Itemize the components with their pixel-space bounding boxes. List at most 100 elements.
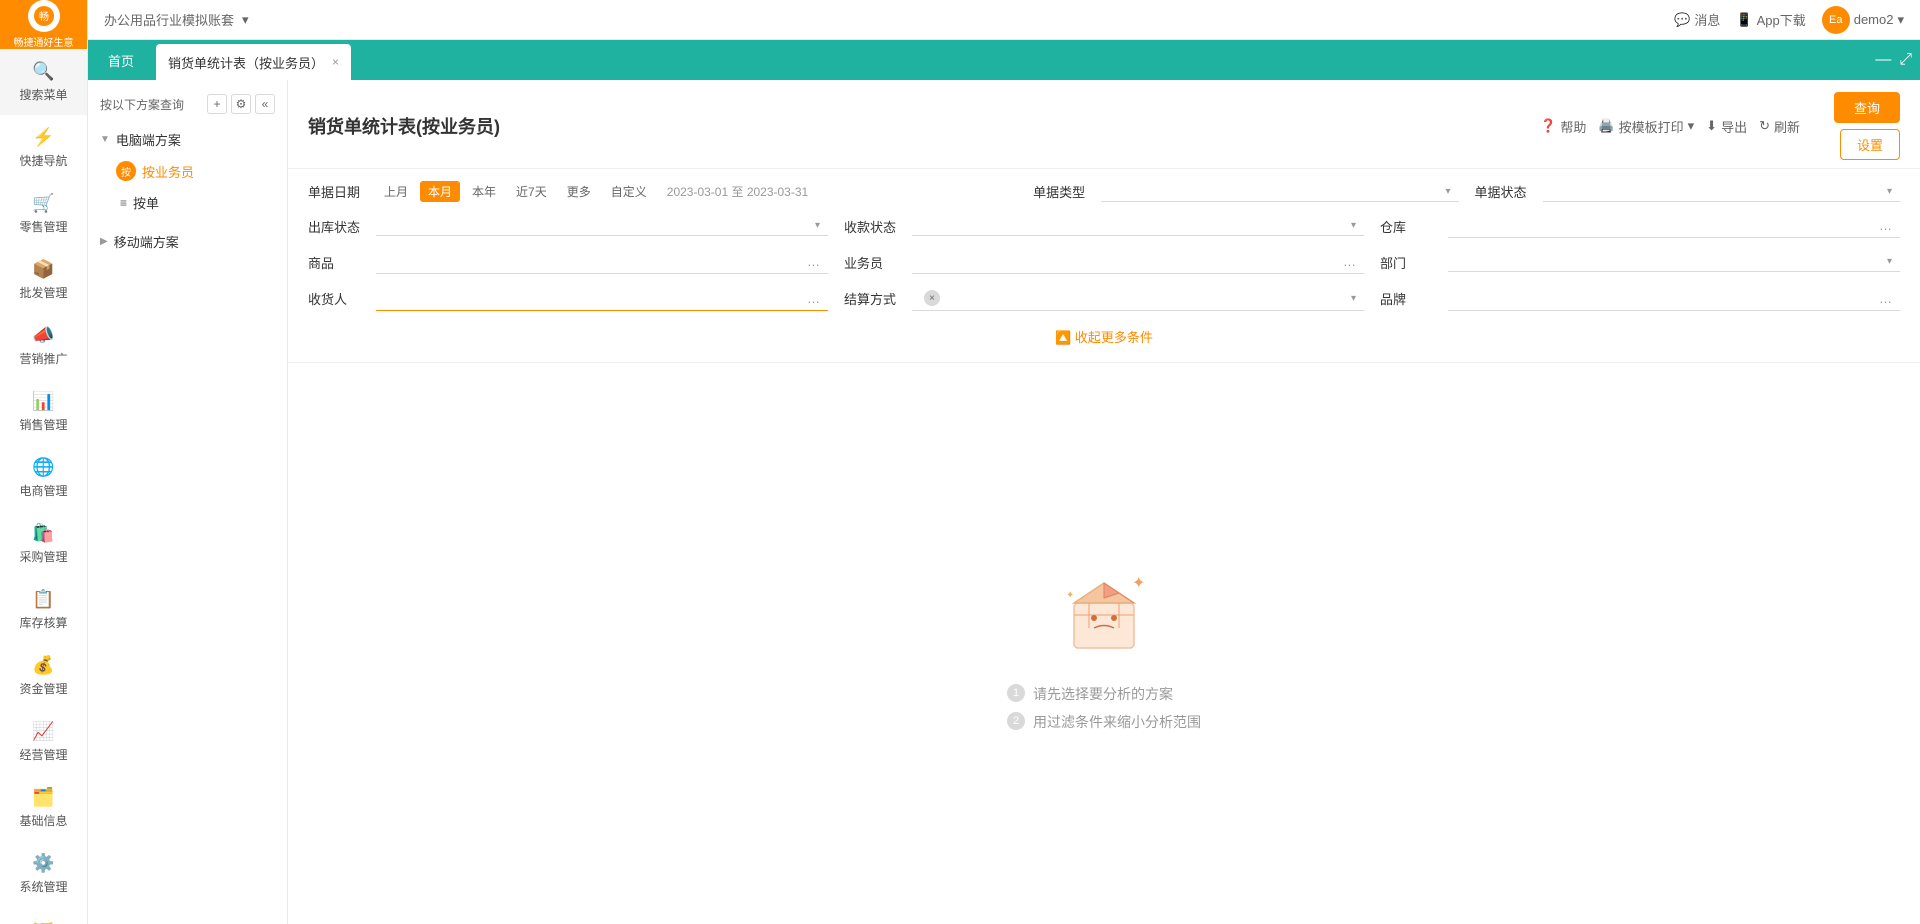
sidebar-item-sales[interactable]: 📊 销售管理	[0, 379, 88, 445]
doc-type-input[interactable]: ▾	[1101, 182, 1458, 202]
operations-icon: 📈	[4, 721, 84, 742]
sidebar-item-search-menu[interactable]: 🔍 搜索菜单	[0, 49, 88, 115]
logo-icon: 畅	[28, 0, 60, 32]
message-label: 消息	[1694, 10, 1720, 29]
salesperson-scheme-icon: 按	[116, 161, 136, 181]
sidebar-label-search-menu: 搜索菜单	[19, 88, 67, 102]
warehouse-input[interactable]: …	[1448, 214, 1900, 238]
goods-dots[interactable]: …	[807, 254, 820, 269]
message-btn[interactable]: 💬 消息	[1674, 10, 1720, 29]
salesperson-dots[interactable]: …	[1343, 254, 1356, 269]
consignee-label: 收货人	[308, 289, 368, 308]
filter-row-2: 出库状态 ▾ 收款状态 ▾ 仓库 …	[308, 214, 1900, 238]
collapse-filters-btn[interactable]: 🔼 收起更多条件	[308, 323, 1900, 350]
tab-active[interactable]: 销货单统计表（按业务员） ×	[156, 44, 351, 80]
tab-home[interactable]: 首页	[88, 40, 154, 80]
empty-step-1: 1 请先选择要分析的方案	[1007, 684, 1201, 704]
step-2-label: 用过滤条件来缩小分析范围	[1033, 712, 1201, 732]
brand-input[interactable]: …	[1448, 287, 1900, 311]
consignee-dots[interactable]: …	[807, 291, 820, 306]
warehouse-label: 仓库	[1380, 217, 1440, 236]
mobile-scheme-title[interactable]: ▶ 移动端方案	[88, 226, 287, 257]
date-btn-prev-month[interactable]: 上月	[376, 181, 416, 202]
warehouse-dots[interactable]: …	[1879, 218, 1892, 233]
inventory-icon: 📋	[4, 589, 84, 610]
date-btn-7days[interactable]: 近7天	[508, 181, 555, 202]
doc-status-input[interactable]: ▾	[1543, 182, 1900, 202]
print-label: 按模板打印	[1619, 117, 1684, 136]
sidebar-item-quick-nav[interactable]: ⚡ 快捷导航	[0, 115, 88, 181]
maximize-icon[interactable]: ⤢	[1899, 51, 1912, 69]
desktop-scheme-title[interactable]: ▼ 电脑端方案	[88, 124, 287, 155]
goods-input[interactable]: …	[376, 250, 828, 274]
sidebar-item-purchase[interactable]: 🛍️ 采购管理	[0, 511, 88, 577]
tab-close-icon[interactable]: ×	[332, 55, 339, 69]
settlement-clear-btn[interactable]: ×	[924, 290, 940, 306]
date-btn-more[interactable]: 更多	[559, 181, 599, 202]
sidebar-label-wholesale: 批发管理	[19, 286, 67, 300]
dept-arrow: ▾	[1887, 256, 1892, 267]
doc-type-label: 单据类型	[1033, 182, 1093, 201]
step-1-label: 请先选择要分析的方案	[1033, 684, 1173, 704]
refresh-label: 刷新	[1774, 117, 1800, 136]
sidebar-item-marketing[interactable]: 📣 营销推广	[0, 313, 88, 379]
refresh-btn[interactable]: ↻ 刷新	[1759, 117, 1800, 136]
tabbar: 首页 销货单统计表（按业务员） × — ⤢	[88, 40, 1920, 80]
scheme-item-by-doc[interactable]: ≡ 按单	[88, 187, 287, 218]
consignee-input[interactable]: …	[376, 287, 828, 311]
filter-brand: 品牌 …	[1380, 287, 1900, 311]
date-btn-custom[interactable]: 自定义	[603, 181, 655, 202]
sidebar-label-finance: 资金管理	[19, 682, 67, 696]
left-panel: 按以下方案查询 + ⚙ « ▼ 电脑端方案 按 按业务员 ≡ 按	[88, 80, 288, 924]
filter-dept: 部门 ▾	[1380, 252, 1900, 272]
sidebar-item-basic-info[interactable]: 🗂️ 基础信息	[0, 775, 88, 841]
sidebar-label-retail: 零售管理	[19, 220, 67, 234]
filter-area: 单据日期 上月 本月 本年 近7天 更多 自定义 2023-03-01 至 20…	[288, 169, 1920, 363]
user-dropdown-arrow: ▾	[1897, 12, 1904, 28]
scheme-item-salesperson[interactable]: 按 按业务员	[88, 155, 287, 187]
filter-doc-type: 单据类型 ▾	[1033, 182, 1458, 202]
sidebar-item-inventory[interactable]: 📋 库存核算	[0, 577, 88, 643]
sidebar-item-ecommerce[interactable]: 🌐 电商管理	[0, 445, 88, 511]
refresh-icon: ↻	[1759, 118, 1770, 134]
app-name: 畅捷通好生意	[14, 34, 74, 49]
sidebar-item-finance[interactable]: 💰 资金管理	[0, 643, 88, 709]
receipt-status-input[interactable]: ▾	[912, 216, 1364, 236]
settlement-arrow: ▾	[1351, 293, 1356, 304]
sidebar-item-system[interactable]: ⚙️ 系统管理	[0, 841, 88, 907]
sidebar-item-wholesale[interactable]: 📦 批发管理	[0, 247, 88, 313]
settlement-input[interactable]: × ▾	[912, 286, 1364, 311]
scheme-add-btn[interactable]: +	[207, 94, 227, 114]
out-status-input[interactable]: ▾	[376, 216, 828, 236]
export-btn[interactable]: ⬇ 导出	[1706, 117, 1747, 136]
print-btn[interactable]: 🖨️ 按模板打印 ▾	[1598, 117, 1694, 136]
brand-dots[interactable]: …	[1879, 291, 1892, 306]
date-btn-this-month[interactable]: 本月	[420, 181, 460, 202]
sidebar-item-retail[interactable]: 🛒 零售管理	[0, 181, 88, 247]
minimize-icon[interactable]: —	[1875, 51, 1891, 69]
sidebar-item-operations[interactable]: 📈 经营管理	[0, 709, 88, 775]
page-header: 销货单统计表(按业务员) ❓ 帮助 🖨️ 按模板打印 ▾ ⬇	[288, 80, 1920, 169]
filter-row-1: 单据日期 上月 本月 本年 近7天 更多 自定义 2023-03-01 至 20…	[308, 181, 1900, 202]
user-menu[interactable]: Ea demo2 ▾	[1822, 6, 1904, 34]
tab-home-label: 首页	[108, 51, 134, 70]
date-btn-this-year[interactable]: 本年	[464, 181, 504, 202]
topbar: 办公用品行业模拟账套 ▾ 💬 消息 📱 App下载 Ea demo2 ▾	[88, 0, 1920, 40]
app-logo[interactable]: 畅 畅捷通好生意	[0, 0, 88, 49]
query-btn[interactable]: 查询	[1834, 92, 1900, 123]
salesperson-input[interactable]: …	[912, 250, 1364, 274]
settings-btn[interactable]: 设置	[1840, 129, 1900, 160]
query-buttons: 查询 设置	[1820, 92, 1900, 160]
sidebar-label-quick-nav: 快捷导航	[19, 154, 67, 168]
sidebar-label-operations: 经营管理	[19, 748, 67, 762]
app-download-btn[interactable]: 📱 App下载	[1736, 10, 1805, 29]
system-icon: ⚙️	[4, 853, 84, 874]
dept-input[interactable]: ▾	[1448, 252, 1900, 272]
scheme-collapse-btn[interactable]: «	[255, 94, 275, 114]
mobile-scheme-label: 移动端方案	[114, 232, 179, 251]
sidebar-item-enterprise[interactable]: 🤝 企业协同	[0, 907, 88, 924]
help-btn[interactable]: ❓ 帮助	[1540, 117, 1586, 136]
empty-state: ✦ ✦ 1 请先选择要分析的方案 2 用过滤条件来缩小分析范围	[288, 363, 1920, 924]
enterprise-icon: 🤝	[4, 919, 84, 924]
scheme-settings-btn[interactable]: ⚙	[231, 94, 251, 114]
